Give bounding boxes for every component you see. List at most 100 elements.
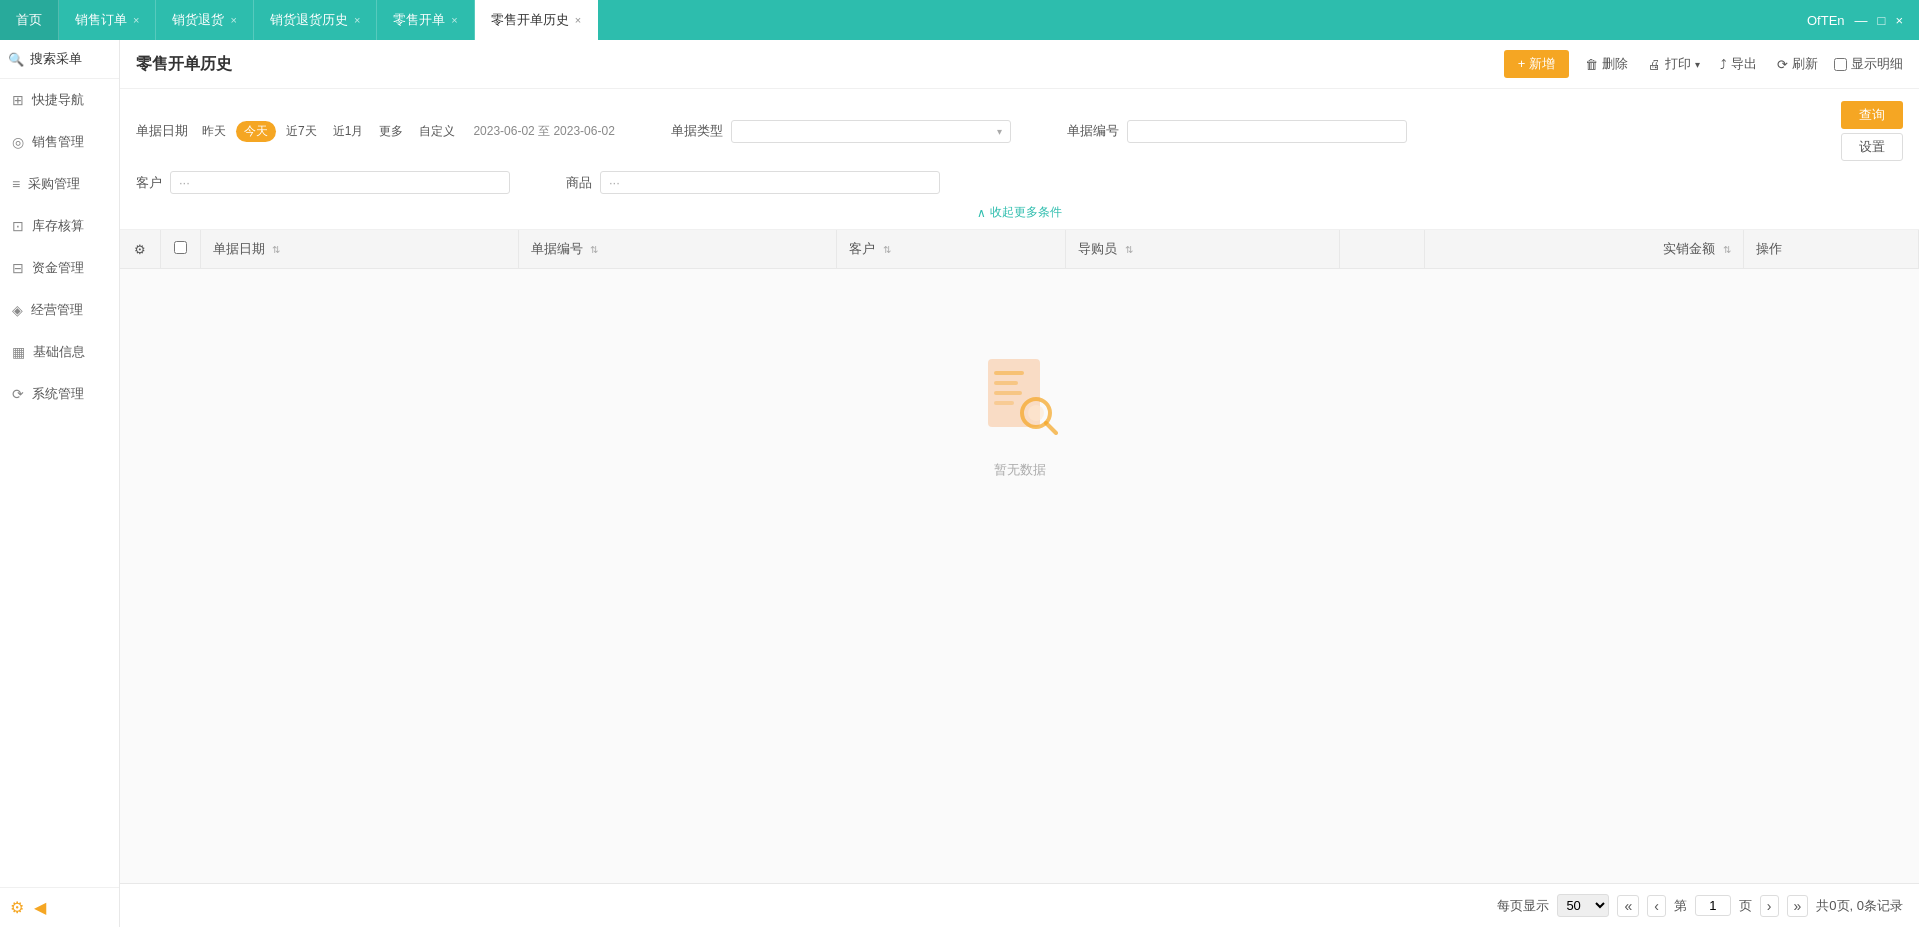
col-checkbox[interactable]: [160, 230, 200, 269]
svg-line-7: [1046, 423, 1056, 433]
customer-filter: 客户 ···: [136, 171, 510, 194]
refresh-button[interactable]: ⟳ 刷新: [1773, 55, 1822, 73]
first-page-btn[interactable]: «: [1617, 895, 1639, 917]
settings-icon[interactable]: ⚙: [10, 898, 24, 917]
display-col-checkbox[interactable]: 显示明细: [1834, 55, 1903, 73]
sidebar-icon-basic-info: ▦: [12, 344, 25, 360]
nav-tab-sales-return[interactable]: 销货退货 ×: [156, 0, 253, 40]
page-title: 零售开单历史: [136, 54, 232, 75]
sidebar-item-operations[interactable]: ◈ 经营管理: [0, 289, 119, 331]
goods-filter: 商品 ···: [566, 171, 940, 194]
date-btn-更多[interactable]: 更多: [373, 121, 409, 142]
col-amount[interactable]: 实销金额 ⇅: [1425, 230, 1743, 269]
prev-page-btn[interactable]: ‹: [1647, 895, 1666, 917]
date-range: 2023-06-02 至 2023-06-02: [473, 123, 614, 140]
sidebar-item-inventory[interactable]: ⊡ 库存核算: [0, 205, 119, 247]
col-date[interactable]: 单据日期 ⇅: [200, 230, 518, 269]
sidebar-item-finance[interactable]: ⊟资金管理: [0, 247, 119, 289]
last-page-btn[interactable]: »: [1787, 895, 1809, 917]
sidebar-icon-inventory: ⊡: [12, 218, 24, 234]
doc-type-filter: 单据类型 ▾: [671, 120, 1011, 143]
add-button[interactable]: + 新增: [1504, 50, 1569, 78]
display-col-input[interactable]: [1834, 58, 1847, 71]
filter-settings-button[interactable]: 设置: [1841, 133, 1903, 161]
sidebar-search[interactable]: 🔍 搜索采单: [0, 40, 119, 79]
top-nav: 首页销售订单 ×销货退货 ×销货退货历史 ×零售开单 ×零售开单历史 × OfT…: [0, 0, 1919, 40]
close-tab-retail-open-history[interactable]: ×: [575, 14, 581, 26]
amount-sort-icon: ⇅: [1723, 244, 1731, 255]
table-area: ⚙ 单据日期 ⇅ 单据编号 ⇅ 客户 ⇅ 导购员 ⇅ 实销金额 ⇅ 操作: [120, 230, 1919, 883]
sidebar-label-sales-mgmt: 销售管理: [32, 133, 84, 151]
doc-type-value: [740, 124, 744, 139]
content-area: 零售开单历史 + 新增 🗑 删除 🖨 打印 ▾ ⤴ 导出 ⟳: [120, 40, 1919, 927]
sidebar-icon-operations: ◈: [12, 302, 23, 318]
nav-tab-sales-order[interactable]: 销售订单 ×: [59, 0, 156, 40]
col-action: 操作: [1743, 230, 1918, 269]
nav-tab-sales-return-history[interactable]: 销货退货历史 ×: [254, 0, 377, 40]
next-page-btn[interactable]: ›: [1760, 895, 1779, 917]
sidebar: 🔍 搜索采单 ⊞快捷导航◎销售管理≡采购管理 ⊡ 库存核算 ⊟资金管理 ◈ 经营管理 ▦基础…: [0, 40, 120, 927]
date-filter: 单据日期 昨天今天近7天近1月更多自定义 2023-06-02 至 2023-0…: [136, 121, 615, 142]
customer-dots: ···: [179, 175, 190, 190]
sidebar-item-quick-nav[interactable]: ⊞快捷导航: [0, 79, 119, 121]
export-button[interactable]: ⤴ 导出: [1716, 55, 1761, 73]
per-page-label: 每页显示: [1497, 897, 1549, 915]
empty-illustration: [970, 349, 1070, 449]
date-btn-昨天[interactable]: 昨天: [196, 121, 232, 142]
date-btn-今天[interactable]: 今天: [236, 121, 276, 142]
num-sort-icon: ⇅: [590, 244, 598, 255]
goods-label: 商品: [566, 174, 592, 192]
col-guide[interactable]: 导购员 ⇅: [1065, 230, 1339, 269]
collapse-icon: ∧: [977, 206, 986, 220]
window-max[interactable]: □: [1878, 13, 1886, 28]
window-close[interactable]: ×: [1895, 13, 1903, 28]
goods-input[interactable]: ···: [600, 171, 940, 194]
doc-num-input[interactable]: [1127, 120, 1407, 143]
date-sort-icon: ⇅: [272, 244, 280, 255]
sidebar-item-sales-mgmt[interactable]: ◎销售管理: [0, 121, 119, 163]
export-icon: ⤴: [1720, 57, 1727, 72]
refresh-icon: ⟳: [1777, 57, 1788, 72]
close-tab-sales-return[interactable]: ×: [230, 14, 236, 26]
nav-tab-retail-open-history[interactable]: 零售开单历史 ×: [475, 0, 598, 40]
window-min[interactable]: —: [1855, 13, 1868, 28]
col-num[interactable]: 单据编号 ⇅: [518, 230, 836, 269]
query-button[interactable]: 查询: [1841, 101, 1903, 129]
empty-text: 暂无数据: [994, 461, 1046, 479]
doc-type-label: 单据类型: [671, 122, 723, 140]
select-all-checkbox[interactable]: [174, 241, 187, 254]
col-customer[interactable]: 客户 ⇅: [837, 230, 1066, 269]
collapse-label: 收起更多条件: [990, 204, 1062, 221]
customer-input[interactable]: ···: [170, 171, 510, 194]
customer-label: 客户: [136, 174, 162, 192]
sidebar-item-system[interactable]: ⟳系统管理: [0, 373, 119, 415]
sidebar-item-purchase-mgmt[interactable]: ≡采购管理: [0, 163, 119, 205]
per-page-select[interactable]: 102050100: [1557, 894, 1609, 917]
date-btn-近7天[interactable]: 近7天: [280, 121, 323, 142]
sidebar-label-purchase-mgmt: 采购管理: [28, 175, 80, 193]
top-nav-right: OfTEn — □ ×: [1807, 13, 1919, 28]
doc-num-label: 单据编号: [1067, 122, 1119, 140]
nav-tab-retail-open[interactable]: 零售开单 ×: [377, 0, 474, 40]
print-button[interactable]: 🖨 打印 ▾: [1644, 55, 1704, 73]
table-empty: 暂无数据: [120, 269, 1919, 519]
page-input[interactable]: [1695, 895, 1731, 916]
date-btn-近1月[interactable]: 近1月: [327, 121, 370, 142]
sidebar-icon-quick-nav: ⊞: [12, 92, 24, 108]
close-tab-sales-return-history[interactable]: ×: [354, 14, 360, 26]
collapse-sidebar-icon[interactable]: ◀: [34, 898, 46, 917]
doc-type-select[interactable]: ▾: [731, 120, 1011, 143]
sidebar-icon-system: ⟳: [12, 386, 24, 402]
close-tab-sales-order[interactable]: ×: [133, 14, 139, 26]
col-settings[interactable]: ⚙: [120, 230, 160, 269]
collapse-btn[interactable]: ∧ 收起更多条件: [977, 204, 1062, 221]
data-table: ⚙ 单据日期 ⇅ 单据编号 ⇅ 客户 ⇅ 导购员 ⇅ 实销金额 ⇅ 操作: [120, 230, 1919, 269]
nav-tab-home[interactable]: 首页: [0, 0, 59, 40]
close-tab-retail-open[interactable]: ×: [451, 14, 457, 26]
sidebar-items: ⊞快捷导航◎销售管理≡采购管理 ⊡ 库存核算 ⊟资金管理 ◈ 经营管理 ▦基础信息⟳系统管理: [0, 79, 119, 415]
sidebar-item-basic-info[interactable]: ▦基础信息: [0, 331, 119, 373]
sidebar-label-inventory: 库存核算: [32, 217, 84, 235]
delete-button[interactable]: 🗑 删除: [1581, 55, 1632, 73]
sidebar-label-operations: 经营管理: [31, 301, 83, 319]
date-btn-自定义[interactable]: 自定义: [413, 121, 461, 142]
